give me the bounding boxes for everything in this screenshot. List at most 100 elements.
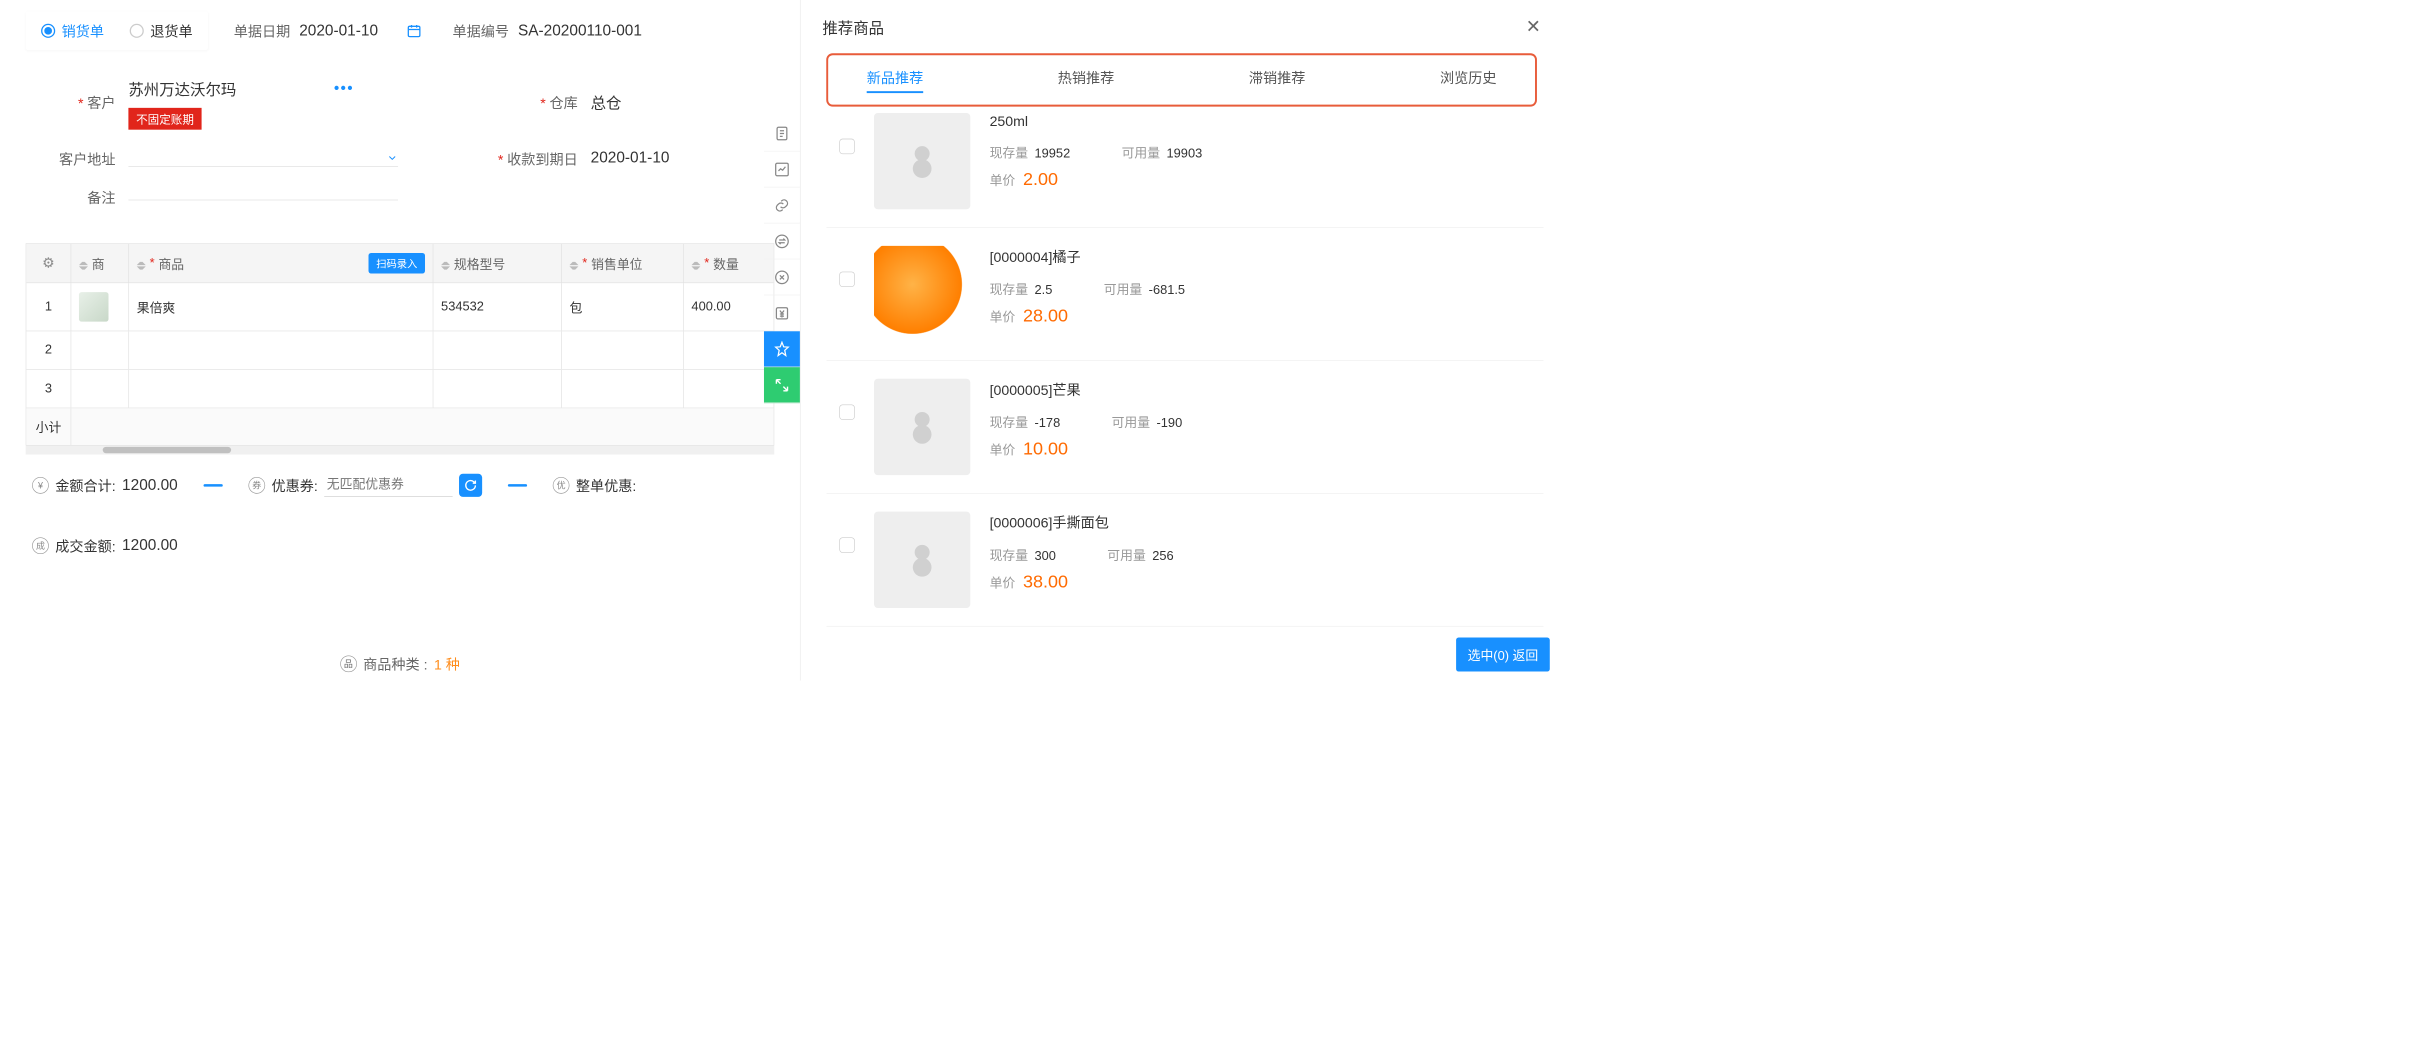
table-row[interactable]: 1果倍爽534532包400.00 (26, 283, 773, 331)
item-checkbox[interactable] (839, 537, 854, 552)
coupon-icon: 券 (248, 477, 265, 494)
row-qty[interactable]: 400.00 (684, 283, 774, 331)
row-image (71, 331, 129, 369)
row-qty[interactable] (684, 331, 774, 369)
radio-return-label: 退货单 (150, 21, 192, 42)
row-unit[interactable] (562, 370, 684, 408)
product-kinds-value: 1 种 (434, 654, 460, 675)
price-label: 单价 (989, 311, 1015, 325)
remark-field[interactable] (128, 194, 398, 200)
refresh-icon[interactable] (459, 474, 482, 497)
link-icon[interactable] (764, 187, 800, 223)
row-qty[interactable] (684, 370, 774, 408)
row-product[interactable] (129, 370, 433, 408)
customer-term-badge: 不固定账期 (128, 108, 201, 130)
row-spec[interactable]: 534532 (433, 283, 561, 331)
gear-icon[interactable]: ⚙ (42, 255, 55, 272)
item-checkbox[interactable] (839, 139, 854, 154)
col-unit[interactable]: 销售单位 (591, 254, 642, 273)
tab-hot[interactable]: 热销推荐 (1058, 67, 1115, 93)
col-product[interactable]: 商品 (158, 254, 184, 273)
radio-sale-order[interactable]: 销货单 (41, 21, 104, 42)
row-image (71, 283, 129, 331)
order-discount-label: 整单优惠: (576, 475, 636, 496)
side-icon-rail (764, 116, 800, 404)
amount-total-label: 金额合计: (55, 475, 115, 496)
item-checkbox[interactable] (839, 272, 854, 287)
col-spec[interactable]: 规格型号 (454, 254, 505, 273)
coupon-input[interactable] (324, 474, 452, 497)
currency-icon[interactable] (764, 295, 800, 331)
avail-label: 可用量 (1107, 549, 1146, 563)
yen-icon: ¥ (32, 477, 49, 494)
price-value: 2.00 (1023, 169, 1058, 189)
avail-value: -681.5 (1148, 283, 1184, 297)
horizontal-scrollbar[interactable] (26, 446, 775, 455)
item-title: [0000005]芒果 (989, 379, 1530, 400)
kinds-icon: 品 (340, 655, 357, 672)
col-qty[interactable]: 数量 (713, 254, 739, 273)
customer-lookup-icon[interactable]: ••• (334, 80, 354, 98)
radio-dot-icon (130, 24, 144, 38)
price-value: 10.00 (1023, 438, 1068, 458)
stock-label: 现存量 (989, 549, 1028, 563)
item-title: 250ml (989, 113, 1530, 130)
row-spec[interactable] (433, 370, 561, 408)
doc-no-label: 单据编号 (452, 21, 509, 42)
subtotal-label: 小计 (26, 408, 71, 445)
due-date-field[interactable]: 2020-01-10 (591, 146, 771, 170)
line-items-table: ⚙ 商 *商品扫码录入 规格型号 *销售单位 *数量 1果倍爽534532包40… (26, 243, 775, 445)
stock-label: 现存量 (989, 416, 1028, 430)
table-row[interactable]: 3 (26, 370, 773, 409)
star-icon[interactable] (764, 331, 800, 367)
expand-icon[interactable] (764, 367, 800, 403)
doc-date-label: 单据日期 (234, 21, 291, 42)
recommend-item: [0000004]橘子现存量2.5可用量-681.5单价28.00 (826, 228, 1543, 361)
swap-icon[interactable] (764, 223, 800, 259)
remark-label: 备注 (87, 190, 115, 206)
table-row[interactable]: 2 (26, 331, 773, 370)
avail-value: 19903 (1166, 146, 1202, 160)
item-title: [0000006]手撕面包 (989, 512, 1530, 533)
radio-return-order[interactable]: 退货单 (130, 21, 193, 42)
order-type-radio-group: 销货单 退货单 (26, 12, 208, 51)
price-label: 单价 (989, 174, 1015, 188)
row-spec[interactable] (433, 331, 561, 369)
deal-amount-label: 成交金额: (55, 535, 115, 556)
close-icon[interactable]: ✕ (1526, 16, 1541, 37)
avail-label: 可用量 (1103, 283, 1142, 297)
tab-slow[interactable]: 滞销推荐 (1249, 67, 1306, 93)
customer-field[interactable]: 苏州万达沃尔玛 (128, 74, 308, 102)
row-unit[interactable] (562, 331, 684, 369)
col-image[interactable]: 商 (92, 254, 105, 273)
tab-new[interactable]: 新品推荐 (867, 67, 924, 93)
scan-entry-button[interactable]: 扫码录入 (368, 253, 425, 274)
row-index: 3 (26, 370, 71, 408)
chevron-down-icon (386, 152, 398, 164)
minus-icon (508, 484, 527, 487)
due-date-label: 收款到期日 (507, 151, 578, 167)
calendar-icon[interactable] (406, 23, 421, 38)
address-field[interactable] (128, 150, 398, 167)
row-product[interactable]: 果倍爽 (129, 283, 433, 331)
row-product[interactable] (129, 331, 433, 369)
stock-value: 19952 (1034, 146, 1070, 160)
receipt-icon[interactable] (764, 259, 800, 295)
tab-history[interactable]: 浏览历史 (1440, 67, 1497, 93)
product-kinds-label: 商品种类 : (363, 654, 427, 675)
radio-dot-icon (41, 24, 55, 38)
recommend-item: [0000006]手撕面包现存量300可用量256单价38.00 (826, 494, 1543, 627)
chart-icon[interactable] (764, 152, 800, 188)
discount-icon: 优 (553, 477, 570, 494)
avail-value: -190 (1156, 416, 1182, 430)
coupon-label: 优惠券: (271, 475, 317, 496)
item-checkbox[interactable] (839, 404, 854, 419)
select-return-button[interactable]: 选中(0) 返回 (1456, 638, 1550, 672)
row-unit[interactable]: 包 (562, 283, 684, 331)
warehouse-field[interactable]: 总仓 (591, 88, 771, 116)
deal-amount-value: 1200.00 (122, 537, 178, 555)
doc-icon[interactable] (764, 116, 800, 152)
item-title: [0000004]橘子 (989, 246, 1530, 267)
doc-date-value[interactable]: 2020-01-10 (299, 22, 378, 40)
address-label: 客户地址 (59, 151, 116, 167)
